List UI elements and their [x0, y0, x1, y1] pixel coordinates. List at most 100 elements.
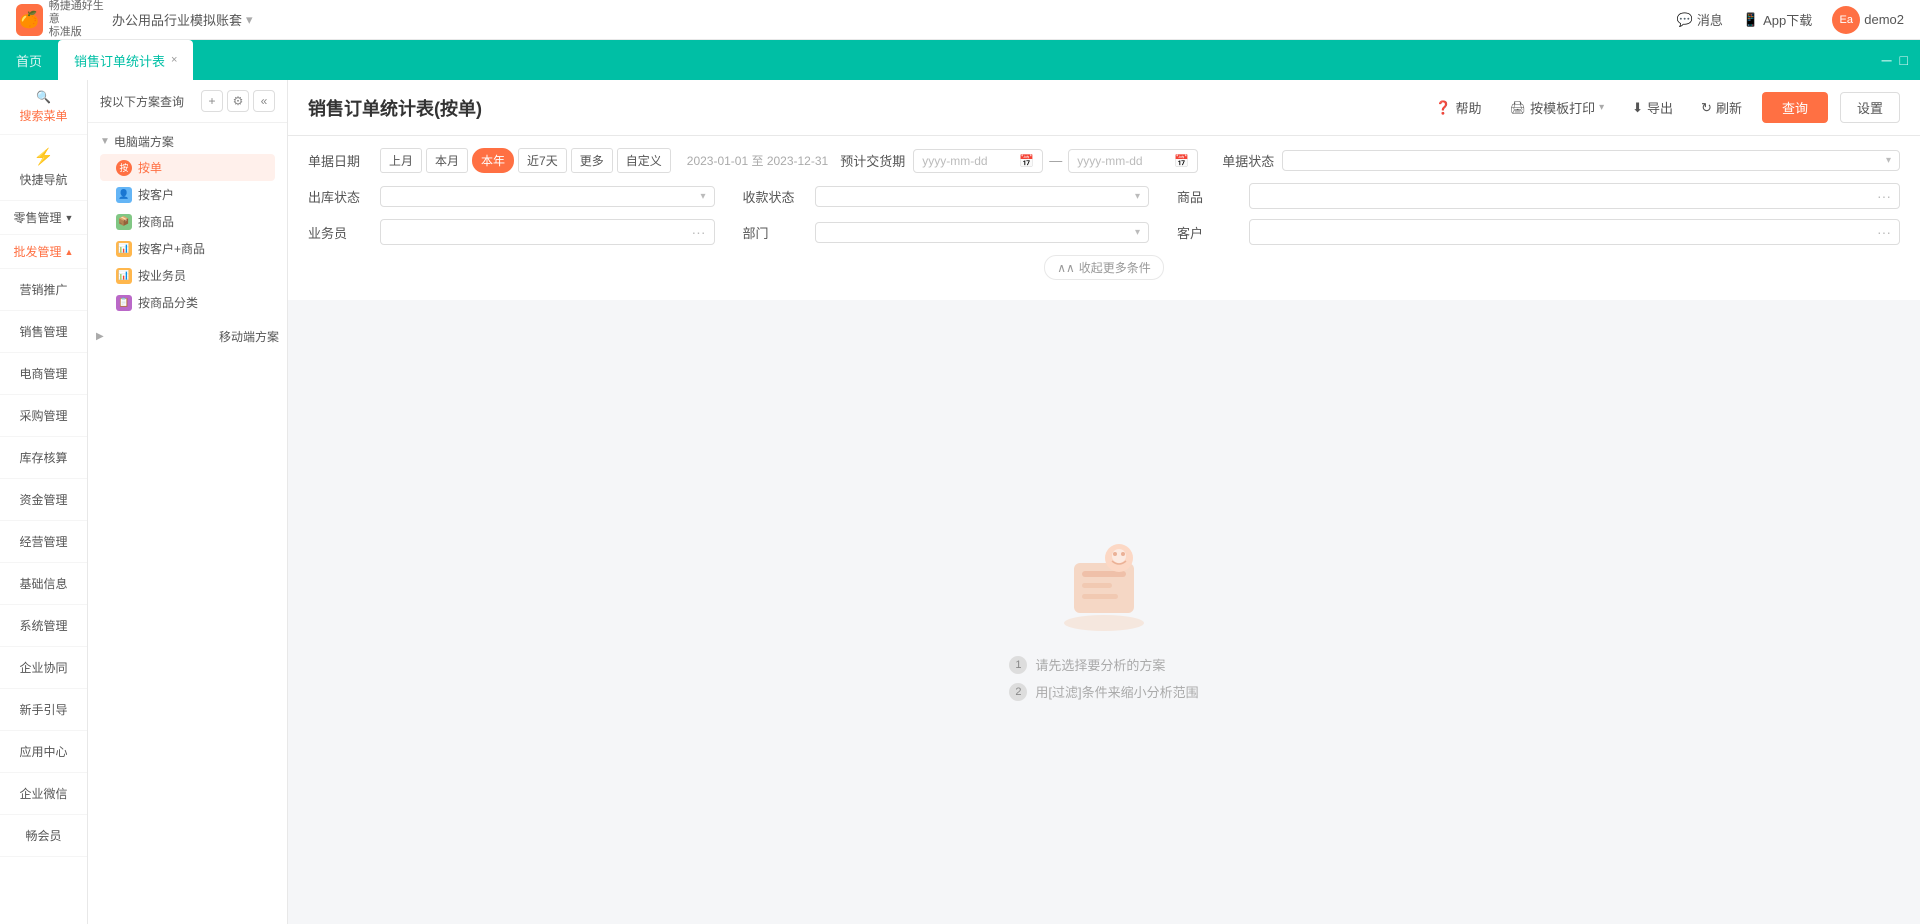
calendar-icon-end: 📅 — [1174, 154, 1189, 168]
date-btn-last-month[interactable]: 上月 — [380, 148, 422, 173]
scheme-item-by-salesperson[interactable]: 📊 按业务员 — [100, 262, 275, 289]
print-icon: 🖨 — [1510, 100, 1527, 116]
export-button[interactable]: ⬇ 导出 — [1624, 94, 1681, 121]
sidebar-item-member[interactable]: 畅会员 — [0, 815, 87, 857]
receipt-arrow: ▾ — [1135, 191, 1140, 202]
scheme-item-by-customer-product[interactable]: 📊 按客户+商品 — [100, 235, 275, 262]
scheme-group-pc: ▼ 电脑端方案 按 按单 👤 按客户 📦 按商品 📊 按客户+商品 — [88, 123, 287, 322]
nav-minimize-icon[interactable]: ─ — [1882, 52, 1892, 68]
scheme-item-by-category[interactable]: 📋 按商品分类 — [100, 289, 275, 316]
collapse-filter-button[interactable]: ∧∧ 收起更多条件 — [1044, 255, 1164, 280]
date-separator: — — [1049, 153, 1062, 168]
dropdown-icon[interactable]: ▾ — [246, 12, 253, 28]
user-action[interactable]: Ea demo2 — [1832, 6, 1904, 34]
sidebar-item-wechat[interactable]: 企业微信 — [0, 773, 87, 815]
sidebar-item-ecom[interactable]: 电商管理 — [0, 353, 87, 395]
add-scheme-button[interactable]: + — [201, 90, 223, 112]
date-btn-custom[interactable]: 自定义 — [617, 148, 671, 173]
sidebar: 🔍 搜索菜单 ⚡ 快捷导航 零售管理 批发管理 营销推广 销售管理 电商管理 采… — [0, 80, 88, 924]
sidebar-item-newbie[interactable]: 新手引导 — [0, 689, 87, 731]
message-action[interactable]: 💬 消息 — [1677, 10, 1723, 29]
product-select[interactable]: ··· — [1249, 183, 1900, 209]
date-btn-group: 上月 本月 本年 近7天 更多 自定义 — [380, 148, 671, 173]
sidebar-item-sales[interactable]: 销售管理 — [0, 311, 87, 353]
refresh-button[interactable]: ↻ 刷新 — [1693, 94, 1750, 121]
order-status-arrow: ▾ — [1886, 155, 1891, 166]
refresh-icon: ↻ — [1701, 100, 1712, 116]
mobile-group[interactable]: ▶ 移动端方案 — [88, 322, 287, 351]
sidebar-item-appcenter[interactable]: 应用中心 — [0, 731, 87, 773]
scheme-item-by-customer[interactable]: 👤 按客户 — [100, 181, 275, 208]
sidebar-item-retail[interactable]: 零售管理 — [0, 201, 87, 235]
sidebar-item-inventory[interactable]: 库存核算 — [0, 437, 87, 479]
scheme-group-pc-title[interactable]: ▼ 电脑端方案 — [100, 129, 275, 154]
product-label: 商品 — [1177, 187, 1237, 206]
filter-row-date: 单据日期 上月 本月 本年 近7天 更多 自定义 2023-01-01 至 20… — [308, 148, 1900, 173]
sidebar-item-wholesale[interactable]: 批发管理 — [0, 235, 87, 269]
collapse-scheme-button[interactable]: « — [253, 90, 275, 112]
expected-date-start[interactable]: yyyy-mm-dd 📅 — [913, 149, 1043, 173]
top-bar-actions: 💬 消息 📱 App下载 Ea demo2 — [1677, 6, 1904, 34]
scheme-item-by-product[interactable]: 📦 按商品 — [100, 208, 275, 235]
salesperson-dots[interactable]: ··· — [692, 224, 706, 240]
department-select[interactable]: ▾ — [815, 222, 1150, 243]
scheme-panel: 按以下方案查询 + ⚙ « ▼ 电脑端方案 按 按单 👤 按客户 — [88, 80, 288, 924]
expand-icon-pc: ▼ — [100, 136, 110, 147]
customer-select[interactable]: ··· — [1249, 219, 1900, 245]
shipment-status-label: 出库状态 — [308, 187, 368, 206]
order-status-select[interactable]: ▾ — [1282, 150, 1900, 171]
expected-date-end[interactable]: yyyy-mm-dd 📅 — [1068, 149, 1198, 173]
date-btn-this-year[interactable]: 本年 — [472, 148, 514, 173]
sidebar-item-marketing[interactable]: 营销推广 — [0, 269, 87, 311]
sidebar-item-operations[interactable]: 经营管理 — [0, 521, 87, 563]
customer-label: 客户 — [1177, 223, 1237, 242]
date-range-text: 2023-01-01 至 2023-12-31 — [687, 152, 828, 169]
salesperson-select[interactable]: ··· — [380, 219, 715, 245]
scheme-settings-button[interactable]: ⚙ — [227, 90, 249, 112]
sidebar-item-finance[interactable]: 资金管理 — [0, 479, 87, 521]
message-icon: 💬 — [1677, 12, 1693, 28]
sidebar-item-basic[interactable]: 基础信息 — [0, 563, 87, 605]
date-filter-label: 单据日期 — [308, 151, 368, 170]
order-status-label: 单据状态 — [1222, 151, 1274, 170]
query-button[interactable]: 查询 — [1762, 92, 1828, 123]
page-title: 销售订单统计表(按单) — [308, 95, 1427, 121]
date-btn-more[interactable]: 更多 — [571, 148, 613, 173]
scheme-icon-by-salesperson: 📊 — [116, 268, 132, 284]
page-header-top: 销售订单统计表(按单) ❓ 帮助 🖨 按模板打印 ▾ ⬇ — [308, 92, 1900, 123]
scheme-item-by-order[interactable]: 按 按单 — [100, 154, 275, 181]
sidebar-item-search-menu[interactable]: 🔍 搜索菜单 — [0, 80, 87, 135]
empty-tip-1: 1 请先选择要分析的方案 — [1009, 655, 1198, 674]
sidebar-item-enterprise[interactable]: 企业协同 — [0, 647, 87, 689]
scheme-icon-by-category: 📋 — [116, 295, 132, 311]
app-download-action[interactable]: 📱 App下载 — [1743, 10, 1812, 29]
template-print-button[interactable]: 🖨 按模板打印 ▾ — [1502, 94, 1613, 121]
help-button[interactable]: ❓ 帮助 — [1427, 94, 1489, 121]
page-subtitle[interactable]: 办公用品行业模拟账套 ▾ — [112, 10, 1677, 29]
tab-home[interactable]: 首页 — [0, 40, 58, 80]
sidebar-item-quick-nav[interactable]: ⚡ 快捷导航 — [0, 135, 87, 201]
product-dots[interactable]: ··· — [1877, 188, 1891, 204]
sidebar-item-system[interactable]: 系统管理 — [0, 605, 87, 647]
tip-num-2: 2 — [1009, 683, 1027, 701]
customer-dots[interactable]: ··· — [1877, 224, 1891, 240]
quicknav-icon: ⚡ — [34, 147, 54, 167]
filter-divider: ∧∧ 收起更多条件 — [308, 255, 1900, 280]
expected-date-label: 预计交货期 — [840, 151, 905, 170]
sidebar-item-purchase[interactable]: 采购管理 — [0, 395, 87, 437]
date-btn-this-month[interactable]: 本月 — [426, 148, 468, 173]
logo-icon: 🍊 — [16, 4, 43, 36]
empty-tips: 1 请先选择要分析的方案 2 用[过滤]条件来缩小分析范围 — [1009, 655, 1198, 701]
shipment-status-select[interactable]: ▾ — [380, 186, 715, 207]
tab-sales-order-stats[interactable]: 销售订单统计表 × — [58, 40, 193, 80]
avatar: Ea — [1832, 6, 1860, 34]
receipt-status-select[interactable]: ▾ — [815, 186, 1150, 207]
settings-button[interactable]: 设置 — [1840, 92, 1900, 123]
tab-close-icon[interactable]: × — [171, 54, 177, 66]
nav-maximize-icon[interactable]: □ — [1900, 52, 1908, 68]
expected-date-input-group: yyyy-mm-dd 📅 — yyyy-mm-dd 📅 — [913, 149, 1198, 173]
empty-illustration — [1044, 523, 1164, 643]
scheme-icon-by-order: 按 — [116, 160, 132, 176]
salesperson-label: 业务员 — [308, 223, 368, 242]
date-btn-7days[interactable]: 近7天 — [518, 148, 567, 173]
